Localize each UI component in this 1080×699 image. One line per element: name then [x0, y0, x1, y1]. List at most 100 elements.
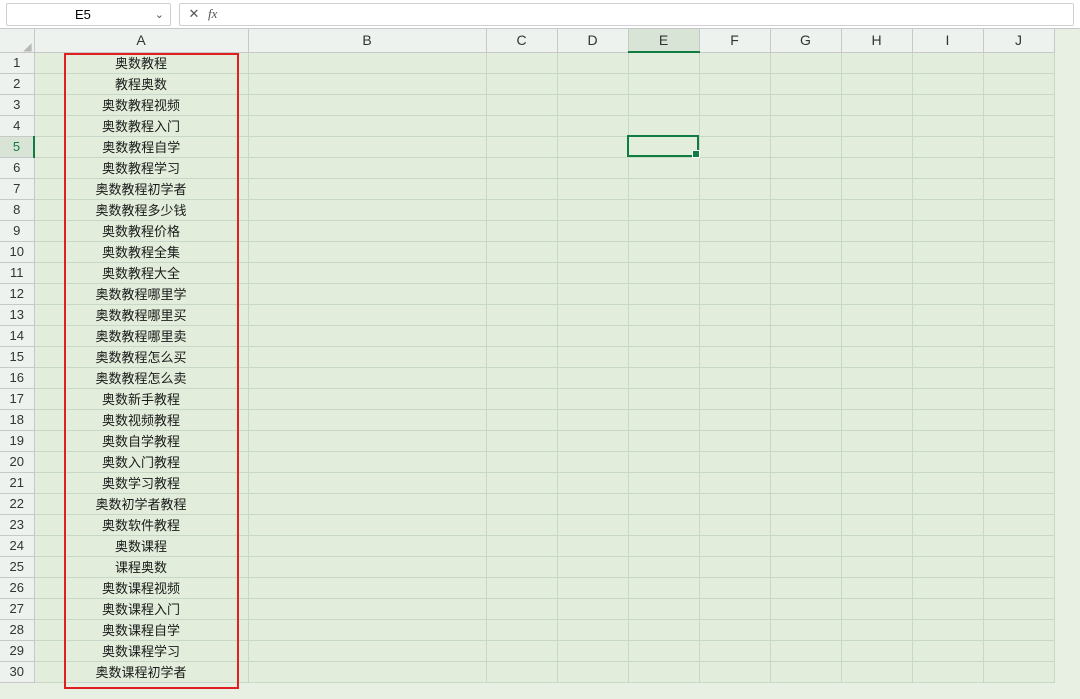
cell-E25[interactable] — [628, 556, 699, 577]
cell-J22[interactable] — [983, 493, 1054, 514]
cell-I19[interactable] — [912, 430, 983, 451]
cell-A24[interactable]: 奥数课程 — [34, 535, 248, 556]
cell-B29[interactable] — [248, 640, 486, 661]
cell-G8[interactable] — [770, 199, 841, 220]
cell-J13[interactable] — [983, 304, 1054, 325]
cell-G21[interactable] — [770, 472, 841, 493]
cell-A12[interactable]: 奥数教程哪里学 — [34, 283, 248, 304]
cell-G5[interactable] — [770, 136, 841, 157]
cell-E10[interactable] — [628, 241, 699, 262]
cell-G24[interactable] — [770, 535, 841, 556]
cell-B17[interactable] — [248, 388, 486, 409]
cell-H1[interactable] — [841, 52, 912, 73]
cell-C4[interactable] — [486, 115, 557, 136]
cell-A7[interactable]: 奥数教程初学者 — [34, 178, 248, 199]
cell-E15[interactable] — [628, 346, 699, 367]
cell-A14[interactable]: 奥数教程哪里卖 — [34, 325, 248, 346]
cell-A21[interactable]: 奥数学习教程 — [34, 472, 248, 493]
cell-F1[interactable] — [699, 52, 770, 73]
cell-D12[interactable] — [557, 283, 628, 304]
row-header-4[interactable]: 4 — [0, 115, 34, 136]
cell-J11[interactable] — [983, 262, 1054, 283]
cell-J2[interactable] — [983, 73, 1054, 94]
cell-I13[interactable] — [912, 304, 983, 325]
cell-D5[interactable] — [557, 136, 628, 157]
cell-F28[interactable] — [699, 619, 770, 640]
cell-E18[interactable] — [628, 409, 699, 430]
cell-F10[interactable] — [699, 241, 770, 262]
cell-E3[interactable] — [628, 94, 699, 115]
cell-A4[interactable]: 奥数教程入门 — [34, 115, 248, 136]
cell-H5[interactable] — [841, 136, 912, 157]
cell-A23[interactable]: 奥数软件教程 — [34, 514, 248, 535]
row-header-17[interactable]: 17 — [0, 388, 34, 409]
spreadsheet-grid[interactable]: ABCDEFGHIJ1奥数教程2教程奥数3奥数教程视频4奥数教程入门5奥数教程自… — [0, 29, 1080, 699]
cell-C18[interactable] — [486, 409, 557, 430]
cell-F16[interactable] — [699, 367, 770, 388]
cell-A5[interactable]: 奥数教程自学 — [34, 136, 248, 157]
row-header-12[interactable]: 12 — [0, 283, 34, 304]
cell-D16[interactable] — [557, 367, 628, 388]
row-header-28[interactable]: 28 — [0, 619, 34, 640]
cell-I17[interactable] — [912, 388, 983, 409]
cell-C5[interactable] — [486, 136, 557, 157]
cell-C6[interactable] — [486, 157, 557, 178]
cell-B13[interactable] — [248, 304, 486, 325]
cell-J5[interactable] — [983, 136, 1054, 157]
cell-E19[interactable] — [628, 430, 699, 451]
cell-E11[interactable] — [628, 262, 699, 283]
cell-B23[interactable] — [248, 514, 486, 535]
cell-D10[interactable] — [557, 241, 628, 262]
row-header-6[interactable]: 6 — [0, 157, 34, 178]
cell-G28[interactable] — [770, 619, 841, 640]
cell-D30[interactable] — [557, 661, 628, 682]
cell-D26[interactable] — [557, 577, 628, 598]
cell-C30[interactable] — [486, 661, 557, 682]
cell-C29[interactable] — [486, 640, 557, 661]
cell-A30[interactable]: 奥数课程初学者 — [34, 661, 248, 682]
cell-C13[interactable] — [486, 304, 557, 325]
col-header-B[interactable]: B — [248, 29, 486, 52]
cell-I3[interactable] — [912, 94, 983, 115]
cell-G29[interactable] — [770, 640, 841, 661]
cell-J1[interactable] — [983, 52, 1054, 73]
cell-D23[interactable] — [557, 514, 628, 535]
cell-I7[interactable] — [912, 178, 983, 199]
cell-A1[interactable]: 奥数教程 — [34, 52, 248, 73]
cell-D24[interactable] — [557, 535, 628, 556]
cell-G18[interactable] — [770, 409, 841, 430]
cell-I16[interactable] — [912, 367, 983, 388]
cell-B30[interactable] — [248, 661, 486, 682]
row-header-19[interactable]: 19 — [0, 430, 34, 451]
cell-B12[interactable] — [248, 283, 486, 304]
cell-C25[interactable] — [486, 556, 557, 577]
cell-I4[interactable] — [912, 115, 983, 136]
cell-D25[interactable] — [557, 556, 628, 577]
cell-H29[interactable] — [841, 640, 912, 661]
cell-J15[interactable] — [983, 346, 1054, 367]
cell-I24[interactable] — [912, 535, 983, 556]
cell-J26[interactable] — [983, 577, 1054, 598]
cell-E20[interactable] — [628, 451, 699, 472]
row-header-24[interactable]: 24 — [0, 535, 34, 556]
cell-C10[interactable] — [486, 241, 557, 262]
cell-E17[interactable] — [628, 388, 699, 409]
cell-F6[interactable] — [699, 157, 770, 178]
cell-G14[interactable] — [770, 325, 841, 346]
row-header-16[interactable]: 16 — [0, 367, 34, 388]
cell-H22[interactable] — [841, 493, 912, 514]
cell-G2[interactable] — [770, 73, 841, 94]
cell-C19[interactable] — [486, 430, 557, 451]
cell-A17[interactable]: 奥数新手教程 — [34, 388, 248, 409]
cell-D17[interactable] — [557, 388, 628, 409]
cell-D28[interactable] — [557, 619, 628, 640]
cell-A16[interactable]: 奥数教程怎么卖 — [34, 367, 248, 388]
cell-B19[interactable] — [248, 430, 486, 451]
cell-C28[interactable] — [486, 619, 557, 640]
cell-E27[interactable] — [628, 598, 699, 619]
cell-H15[interactable] — [841, 346, 912, 367]
name-box-input[interactable] — [17, 7, 149, 22]
cell-B16[interactable] — [248, 367, 486, 388]
cell-B9[interactable] — [248, 220, 486, 241]
cell-C16[interactable] — [486, 367, 557, 388]
